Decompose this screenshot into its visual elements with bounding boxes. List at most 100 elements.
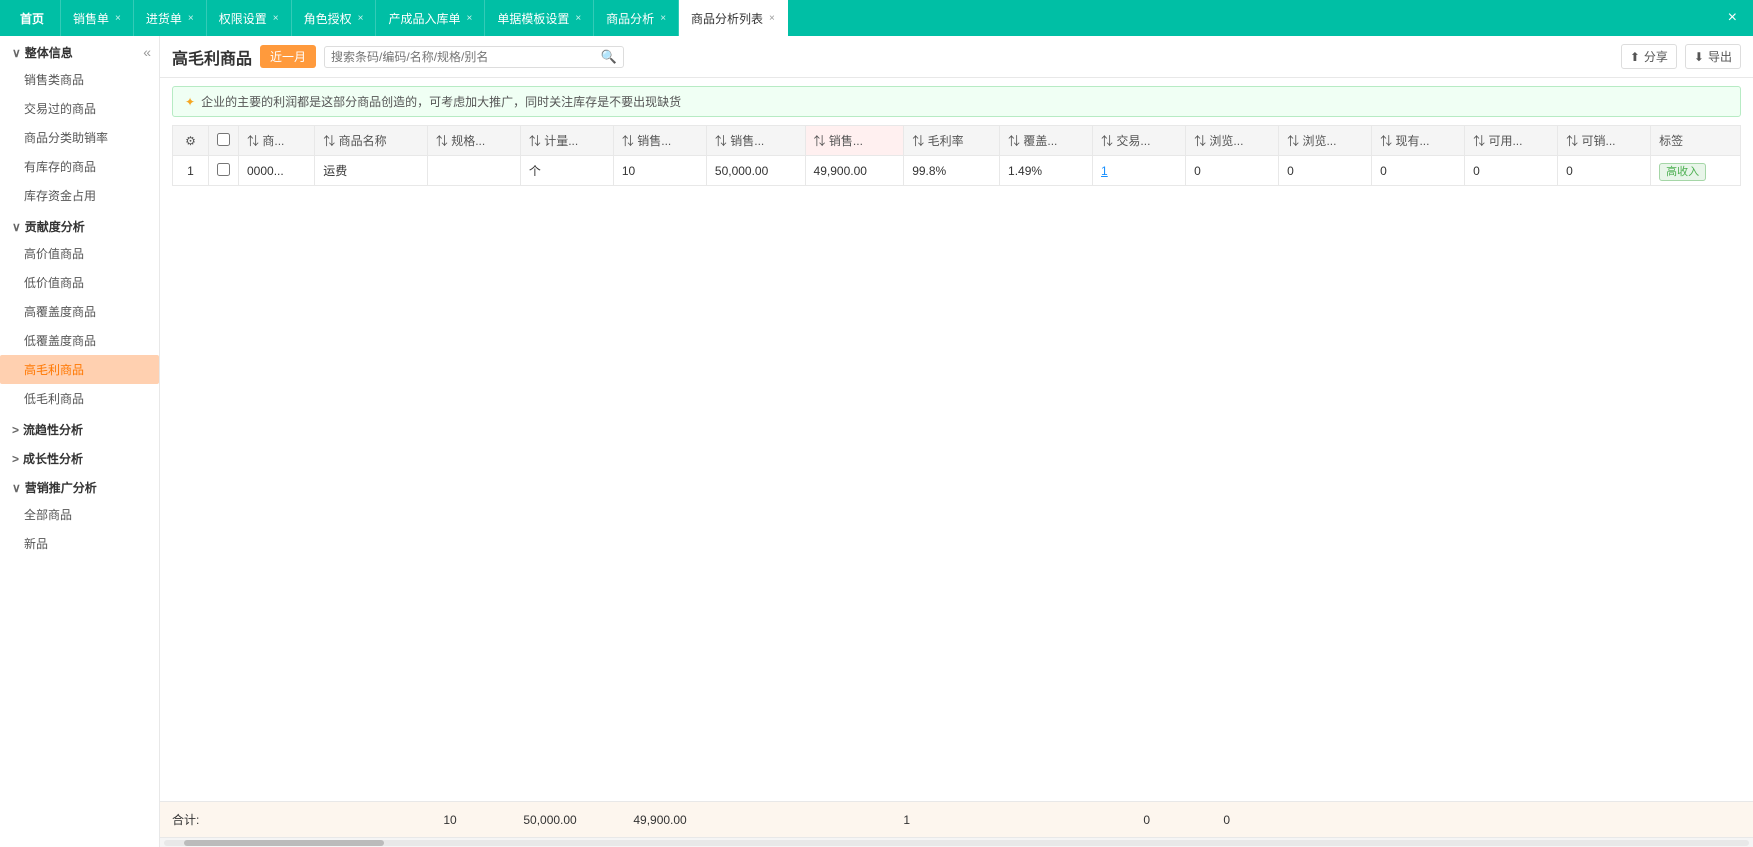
col-header-name[interactable]: ⇅ 商品名称 bbox=[315, 126, 428, 156]
page-title: 高毛利商品 bbox=[172, 45, 252, 69]
sidebar-item-high-value[interactable]: 高价值商品 bbox=[0, 239, 159, 268]
sidebar-item-category-rate[interactable]: 商品分类助销率 bbox=[0, 123, 159, 152]
export-button[interactable]: ⬇ 导出 bbox=[1685, 44, 1741, 69]
col-header-transaction[interactable]: ⇅ 交易... bbox=[1093, 126, 1186, 156]
footer-summary: 合计: 10 50,000.00 49,900.00 1 0 0 bbox=[160, 801, 1753, 837]
nav-tab-permission[interactable]: 权限设置 × bbox=[207, 0, 292, 36]
nav-tab-goods-analysis-list-close[interactable]: × bbox=[769, 13, 775, 24]
nav-tab-role[interactable]: 角色授权 × bbox=[292, 0, 377, 36]
sort-icon-8: ⇅ bbox=[912, 134, 924, 148]
close-all-button[interactable]: × bbox=[1716, 9, 1749, 27]
sidebar-group-growth[interactable]: > 成长性分析 bbox=[0, 442, 159, 471]
sort-icon-5: ⇅ bbox=[622, 134, 634, 148]
scrollbar-thumb[interactable] bbox=[184, 840, 384, 846]
sort-icon-9: ⇅ bbox=[1008, 134, 1020, 148]
nav-tab-goods-analysis-close[interactable]: × bbox=[660, 13, 666, 24]
nav-tab-role-close[interactable]: × bbox=[358, 13, 364, 24]
nav-tab-home[interactable]: 首页 bbox=[4, 0, 61, 36]
nav-tab-sales[interactable]: 销售单 × bbox=[61, 0, 134, 36]
nav-tab-goods-analysis-list[interactable]: 商品分析列表 × bbox=[679, 0, 788, 36]
col-header-current-stock[interactable]: ⇅ 现有... bbox=[1372, 126, 1465, 156]
sort-icon-2: ⇅ bbox=[323, 134, 335, 148]
col-header-code[interactable]: ⇅ 商... bbox=[239, 126, 315, 156]
table-row: 10000...运费个1050,000.0049,900.0099.8%1.49… bbox=[173, 156, 1741, 186]
cell-gross-margin: 99.8% bbox=[904, 156, 1000, 186]
sidebar: « ∨ 整体信息 销售类商品 交易过的商品 商品分类助销率 有库存的商品 库存资… bbox=[0, 36, 160, 847]
col-header-index[interactable]: ⚙ bbox=[173, 126, 209, 156]
sidebar-group-overall[interactable]: ∨ 整体信息 bbox=[0, 36, 159, 65]
sidebar-collapse-button[interactable]: « bbox=[143, 44, 151, 60]
col-header-spec[interactable]: ⇅ 规格... bbox=[427, 126, 520, 156]
nav-tab-template[interactable]: 单据模板设置 × bbox=[485, 0, 594, 36]
sidebar-item-sales-goods[interactable]: 销售类商品 bbox=[0, 65, 159, 94]
table-container[interactable]: ⚙ ⇅ 商... ⇅ 商品名称 bbox=[160, 125, 1753, 801]
cell-code: 0000... bbox=[239, 156, 315, 186]
summary-sales-qty: 10 bbox=[435, 813, 515, 827]
content-header: 高毛利商品 近一月 🔍 ⬆ 分享 ⬇ 导出 bbox=[160, 36, 1753, 78]
arrow-icon-5: ∨ bbox=[12, 481, 21, 495]
summary-available: 0 bbox=[1215, 813, 1295, 827]
sidebar-group-flow-label: 流趋性分析 bbox=[23, 421, 83, 438]
sidebar-group-contribution-label: 贡献度分析 bbox=[25, 218, 85, 235]
cell-transaction: 1 bbox=[1093, 156, 1186, 186]
col-header-check[interactable] bbox=[209, 126, 239, 156]
sort-icon-15: ⇅ bbox=[1566, 134, 1578, 148]
sidebar-group-marketing[interactable]: ∨ 营销推广分析 bbox=[0, 471, 159, 500]
col-header-sales-qty[interactable]: ⇅ 销售... bbox=[613, 126, 706, 156]
filter-recent-month-button[interactable]: 近一月 bbox=[260, 45, 316, 68]
col-header-available[interactable]: ⇅ 可用... bbox=[1465, 126, 1558, 156]
search-icon[interactable]: 🔍 bbox=[601, 49, 617, 65]
sidebar-item-low-coverage[interactable]: 低覆盖度商品 bbox=[0, 326, 159, 355]
sidebar-item-low-margin[interactable]: 低毛利商品 bbox=[0, 384, 159, 413]
sidebar-item-new-goods[interactable]: 新品 bbox=[0, 529, 159, 558]
arrow-icon-4: > bbox=[12, 452, 19, 466]
nav-tab-product-in-close[interactable]: × bbox=[466, 13, 472, 24]
settings-icon[interactable]: ⚙ bbox=[185, 134, 196, 148]
col-header-tag[interactable]: 标签 bbox=[1651, 126, 1741, 156]
export-label: 导出 bbox=[1708, 48, 1732, 65]
sidebar-item-low-value[interactable]: 低价值商品 bbox=[0, 268, 159, 297]
col-header-sales-amount[interactable]: ⇅ 销售... bbox=[706, 126, 805, 156]
col-header-sales-profit[interactable]: ⇅ 销售... bbox=[805, 126, 904, 156]
col-header-coverage[interactable]: ⇅ 覆盖... bbox=[1000, 126, 1093, 156]
tag-badge: 高收入 bbox=[1659, 163, 1706, 181]
sidebar-group-contribution[interactable]: ∨ 贡献度分析 bbox=[0, 210, 159, 239]
sidebar-item-traded-goods[interactable]: 交易过的商品 bbox=[0, 94, 159, 123]
nav-tab-template-close[interactable]: × bbox=[575, 13, 581, 24]
col-header-saleable[interactable]: ⇅ 可销... bbox=[1558, 126, 1651, 156]
col-header-browse2[interactable]: ⇅ 浏览... bbox=[1279, 126, 1372, 156]
search-input[interactable] bbox=[331, 50, 601, 64]
sidebar-item-high-coverage[interactable]: 高覆盖度商品 bbox=[0, 297, 159, 326]
sidebar-item-stocked-goods[interactable]: 有库存的商品 bbox=[0, 152, 159, 181]
sidebar-item-stock-capital[interactable]: 库存资金占用 bbox=[0, 181, 159, 210]
cell-check[interactable] bbox=[209, 156, 239, 186]
sidebar-group-overall-label: 整体信息 bbox=[25, 44, 73, 61]
bottom-scrollbar[interactable] bbox=[160, 837, 1753, 847]
sidebar-group-flow[interactable]: > 流趋性分析 bbox=[0, 413, 159, 442]
cell-link[interactable]: 1 bbox=[1101, 164, 1108, 178]
sort-icon-13: ⇅ bbox=[1380, 134, 1392, 148]
nav-tab-sales-close[interactable]: × bbox=[115, 13, 121, 24]
sort-icon-6: ⇅ bbox=[715, 134, 727, 148]
info-banner: ✦ 企业的主要的利润都是这部分商品创造的，可考虑加大推广，同时关注库存是不要出现… bbox=[172, 86, 1741, 117]
nav-tab-purchase-close[interactable]: × bbox=[188, 13, 194, 24]
col-header-gross-margin[interactable]: ⇅ 毛利率 bbox=[904, 126, 1000, 156]
col-header-browse1[interactable]: ⇅ 浏览... bbox=[1186, 126, 1279, 156]
nav-tab-purchase[interactable]: 进货单 × bbox=[134, 0, 207, 36]
arrow-icon-3: > bbox=[12, 423, 19, 437]
nav-tab-permission-close[interactable]: × bbox=[273, 13, 279, 24]
col-header-unit[interactable]: ⇅ 计量... bbox=[520, 126, 613, 156]
sidebar-item-all-goods[interactable]: 全部商品 bbox=[0, 500, 159, 529]
cell-name: 运费 bbox=[315, 156, 428, 186]
cell-sales-profit: 49,900.00 bbox=[805, 156, 904, 186]
header-actions: ⬆ 分享 ⬇ 导出 bbox=[1621, 44, 1741, 69]
nav-tab-goods-analysis[interactable]: 商品分析 × bbox=[594, 0, 679, 36]
select-all-checkbox[interactable] bbox=[217, 133, 230, 146]
cell-sales-amount: 50,000.00 bbox=[706, 156, 805, 186]
share-button[interactable]: ⬆ 分享 bbox=[1621, 44, 1677, 69]
nav-tab-permission-label: 权限设置 bbox=[219, 10, 267, 27]
sidebar-item-high-margin[interactable]: 高毛利商品 bbox=[0, 355, 159, 384]
nav-tab-product-in[interactable]: 产成品入库单 × bbox=[376, 0, 485, 36]
info-message-text: 企业的主要的利润都是这部分商品创造的，可考虑加大推广，同时关注库存是不要出现缺货 bbox=[201, 93, 681, 110]
export-icon: ⬇ bbox=[1694, 50, 1704, 64]
